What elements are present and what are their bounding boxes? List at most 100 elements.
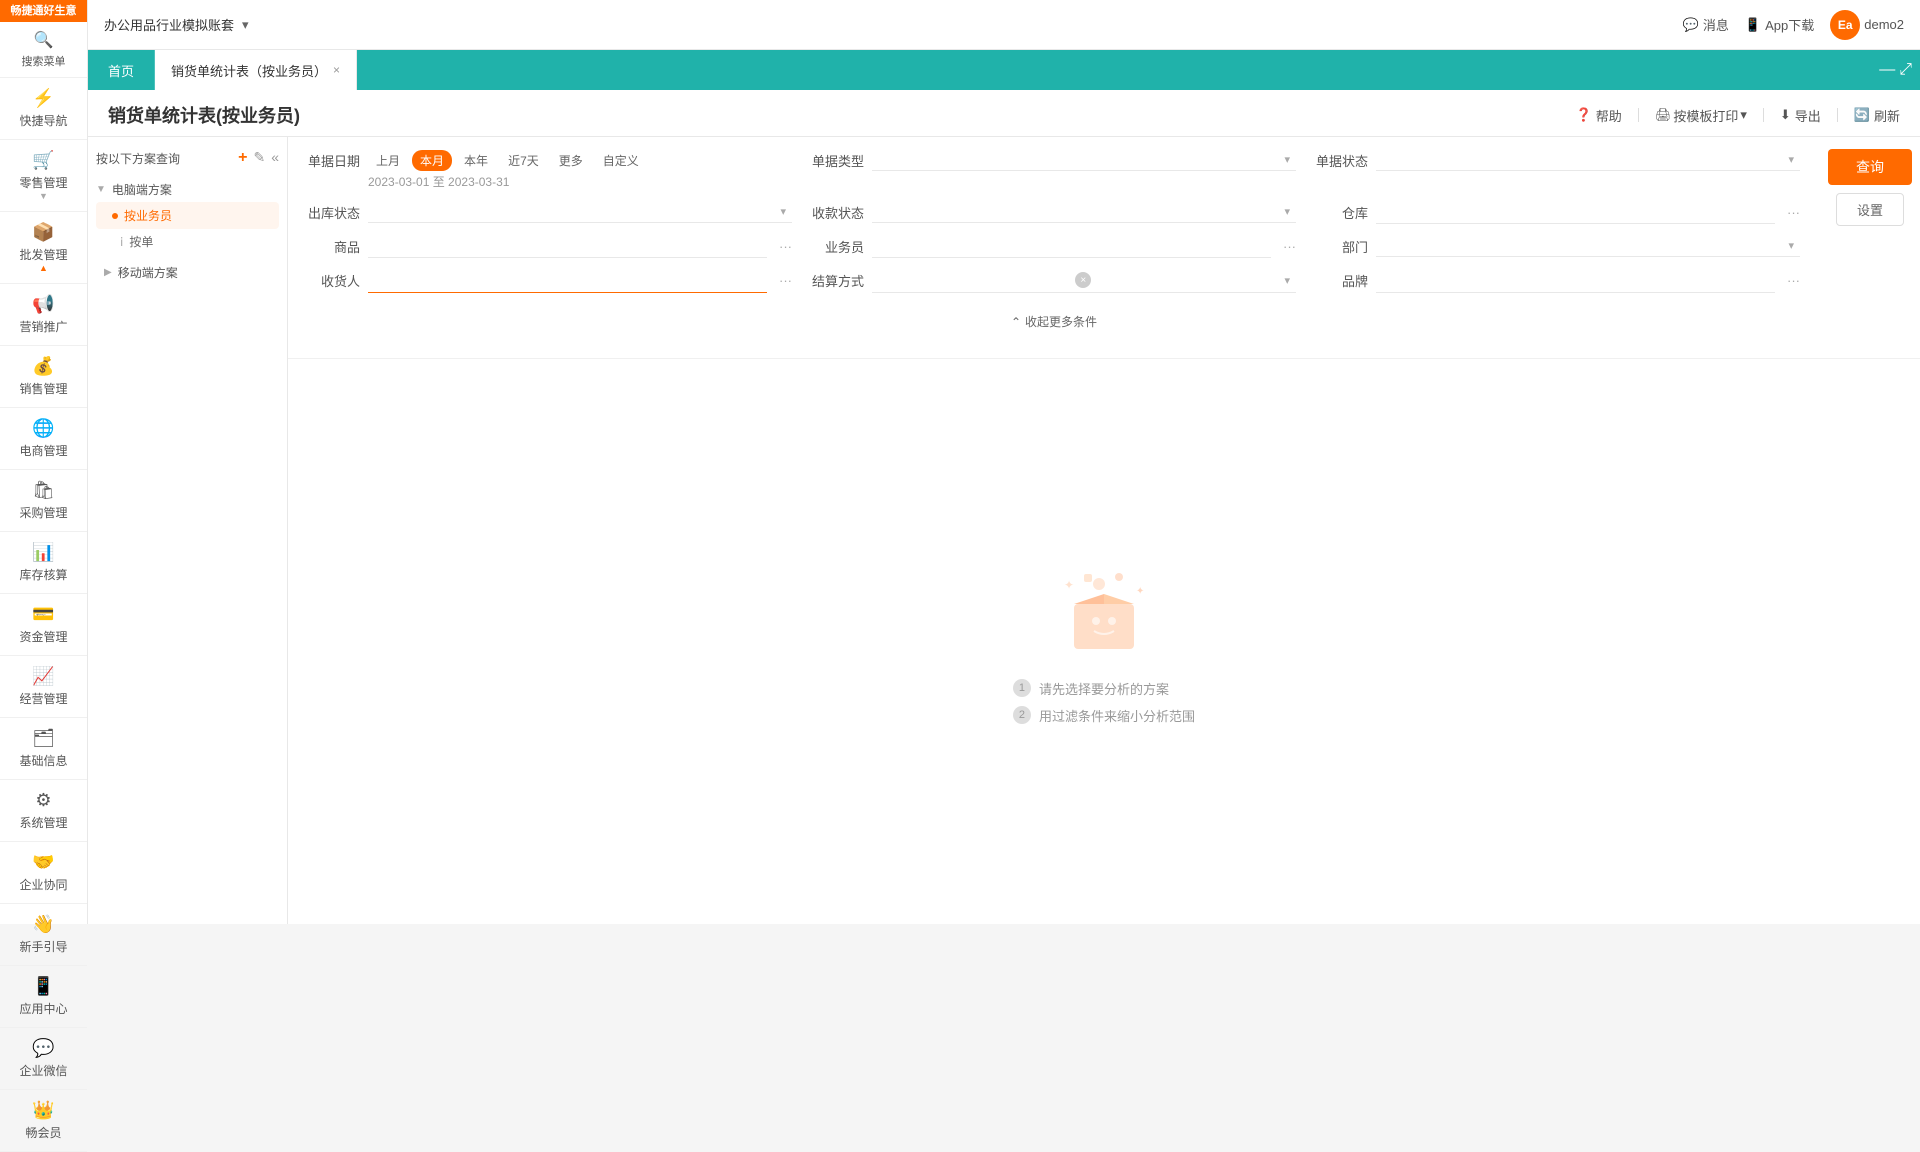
doctype-select[interactable]: ▾ xyxy=(872,149,1296,171)
brand-dots[interactable]: ··· xyxy=(1787,273,1800,288)
empty-illustration: ✦ ✦ xyxy=(1044,559,1164,659)
tabbar: 首页 销货单统计表（按业务员） × — ⤢ xyxy=(88,50,1920,90)
plan-item-by-salesperson[interactable]: 按业务员 xyxy=(96,202,279,229)
sidebar-item-basic[interactable]: 🗂 基础信息 xyxy=(0,718,87,780)
date-tab-last-month[interactable]: 上月 xyxy=(368,150,408,171)
export-icon: ⬇ xyxy=(1780,107,1791,123)
warehouse-dots[interactable]: ··· xyxy=(1787,205,1800,220)
payment-label: 收款状态 xyxy=(812,203,864,222)
topbar-right: 💬 消息 📱 App下载 Ea demo2 xyxy=(1683,10,1904,40)
date-range: 2023-03-01 至 2023-03-31 xyxy=(368,173,1800,190)
system-icon: ⚙ xyxy=(35,790,51,811)
message-action[interactable]: 💬 消息 xyxy=(1683,15,1729,34)
date-label: 单据日期 xyxy=(308,151,360,170)
empty-step-2: 2 用过滤条件来缩小分析范围 xyxy=(1013,706,1195,725)
refresh-action[interactable]: 🔄 刷新 xyxy=(1854,106,1900,125)
sidebar-item-purchase[interactable]: 🛍 采购管理 xyxy=(0,470,87,532)
settlement-clear-icon[interactable]: × xyxy=(1075,272,1091,288)
goods-label: 商品 xyxy=(308,237,360,256)
plan-sub-item-by-doc[interactable]: ⅰ 按单 xyxy=(96,229,279,254)
date-tab-more[interactable]: 更多 xyxy=(551,150,591,171)
sidebar-item-marketing[interactable]: 📢 营销推广 xyxy=(0,284,87,346)
print-action[interactable]: 🖨 按模板打印 ▾ xyxy=(1655,106,1747,125)
department-select[interactable]: ▾ xyxy=(1376,235,1800,257)
sidebar-item-inventory[interactable]: 📊 库存核算 xyxy=(0,532,87,594)
sidebar-item-corpwechat[interactable]: 💬 企业微信 xyxy=(0,1028,87,1090)
settlement-dropdown-icon: ▾ xyxy=(1284,274,1290,287)
collapse-panel-icon[interactable]: « xyxy=(271,149,279,167)
tab-minimize-icon[interactable]: — xyxy=(1879,61,1895,79)
sidebar-item-member[interactable]: 👑 畅会员 xyxy=(0,1090,87,1152)
sub-icon: ⅰ xyxy=(120,235,123,249)
sidebar-item-ecommerce[interactable]: 🌐 电商管理 xyxy=(0,408,87,470)
wholesale-icon: 📦 xyxy=(32,222,54,243)
payment-select[interactable]: ▾ xyxy=(872,201,1296,223)
user-menu[interactable]: Ea demo2 xyxy=(1830,10,1904,40)
sidebar-item-quicknav[interactable]: ⚡ 快捷导航 xyxy=(0,78,87,140)
enterprise-icon: 🤝 xyxy=(32,852,54,873)
sidebar-item-appcenter[interactable]: 📱 应用中心 xyxy=(0,966,87,1028)
app-title-dropdown[interactable]: ▾ xyxy=(242,17,249,33)
sidebar-item-operations[interactable]: 📈 经营管理 xyxy=(0,656,87,718)
add-plan-icon[interactable]: + xyxy=(238,149,247,167)
date-tab-this-month[interactable]: 本月 xyxy=(412,150,452,171)
shipment-select[interactable]: ▾ xyxy=(368,201,792,223)
member-icon: 👑 xyxy=(32,1100,54,1121)
tabbar-controls: — ⤢ xyxy=(1871,50,1920,90)
consignee-input[interactable] xyxy=(368,269,767,293)
salesperson-input[interactable] xyxy=(872,234,1271,258)
sidebar-item-enterprise[interactable]: 🤝 企业协同 xyxy=(0,842,87,904)
docstatus-select[interactable]: ▾ xyxy=(1376,149,1800,171)
brand-input[interactable] xyxy=(1376,269,1775,293)
settlement-select[interactable]: × ▾ xyxy=(872,268,1296,293)
date-tab-7days[interactable]: 近7天 xyxy=(500,150,547,171)
tab-close-icon[interactable]: × xyxy=(333,63,340,77)
export-action[interactable]: ⬇ 导出 xyxy=(1780,106,1821,125)
sidebar-item-system[interactable]: ⚙ 系统管理 xyxy=(0,780,87,842)
goods-dots[interactable]: ··· xyxy=(779,239,792,254)
print-dropdown-icon[interactable]: ▾ xyxy=(1740,107,1747,123)
consignee-dots[interactable]: ··· xyxy=(779,273,792,288)
page-header: 销货单统计表(按业务员) ❓ 帮助 🖨 按模板打印 ▾ ⬇ 导出 🔄 刷新 xyxy=(88,90,1920,137)
sidebar-item-retail[interactable]: 🛒 零售管理 ▼ xyxy=(0,140,87,212)
sidebar-item-finance[interactable]: 💳 资金管理 xyxy=(0,594,87,656)
filter-fields: 单据日期 上月 本月 本年 近7天 更多 自定义 单据类型 xyxy=(288,137,1820,358)
corpwechat-icon: 💬 xyxy=(32,1038,54,1059)
shipment-label: 出库状态 xyxy=(308,203,360,222)
settlement-label: 结算方式 xyxy=(812,271,864,290)
desktop-section-title[interactable]: ▼ 电脑端方案 xyxy=(96,177,279,202)
warehouse-input[interactable] xyxy=(1376,200,1775,224)
sidebar-item-search[interactable]: 🔍 搜索菜单 xyxy=(0,22,87,78)
empty-steps: 1 请先选择要分析的方案 2 用过滤条件来缩小分析范围 xyxy=(1013,679,1195,725)
sidebar-item-sales[interactable]: 💰 销售管理 xyxy=(0,346,87,408)
settings-button[interactable]: 设置 xyxy=(1836,193,1904,226)
sidebar: 畅捷通好生意 🔍 搜索菜单 ⚡ 快捷导航 🛒 零售管理 ▼ 📦 批发管理 ▲ 📢… xyxy=(0,0,88,924)
brand-label: 品牌 xyxy=(1316,271,1368,290)
tab-active[interactable]: 销货单统计表（按业务员） × xyxy=(155,50,357,90)
retail-icon: 🛒 xyxy=(32,150,54,171)
shipment-dropdown-icon: ▾ xyxy=(780,205,786,218)
tab-home[interactable]: 首页 xyxy=(88,50,155,90)
inventory-icon: 📊 xyxy=(32,542,54,563)
date-tab-custom[interactable]: 自定义 xyxy=(595,150,647,171)
btn-area: 查询 设置 xyxy=(1820,137,1920,358)
app-download-action[interactable]: 📱 App下载 xyxy=(1745,15,1814,34)
edit-plan-icon[interactable]: ✎ xyxy=(253,149,265,167)
sales-icon: 💰 xyxy=(32,356,54,377)
date-tab-this-year[interactable]: 本年 xyxy=(456,150,496,171)
sidebar-item-newuser[interactable]: 👋 新手引导 xyxy=(0,904,87,966)
goods-input[interactable] xyxy=(368,234,767,258)
salesperson-dots[interactable]: ··· xyxy=(1283,239,1296,254)
filter-row-payment: 收款状态 ▾ xyxy=(812,200,1296,224)
filter-row-date: 单据日期 上月 本月 本年 近7天 更多 自定义 xyxy=(308,149,792,171)
content: 按以下方案查询 + ✎ « ▼ 电脑端方案 按业务员 ⅰ 按单 xyxy=(88,137,1920,924)
doctype-dropdown-icon: ▾ xyxy=(1284,153,1290,166)
sidebar-item-wholesale[interactable]: 📦 批发管理 ▲ xyxy=(0,212,87,284)
help-icon: ❓ xyxy=(1576,107,1592,123)
query-button[interactable]: 查询 xyxy=(1828,149,1912,185)
plan-section-mobile[interactable]: ▶ 移动端方案 xyxy=(96,260,279,285)
empty-step-1: 1 请先选择要分析的方案 xyxy=(1013,679,1195,698)
help-action[interactable]: ❓ 帮助 xyxy=(1576,106,1622,125)
collapse-btn[interactable]: ⌃ 收起更多条件 xyxy=(999,309,1109,334)
tab-maximize-icon[interactable]: ⤢ xyxy=(1899,61,1912,79)
